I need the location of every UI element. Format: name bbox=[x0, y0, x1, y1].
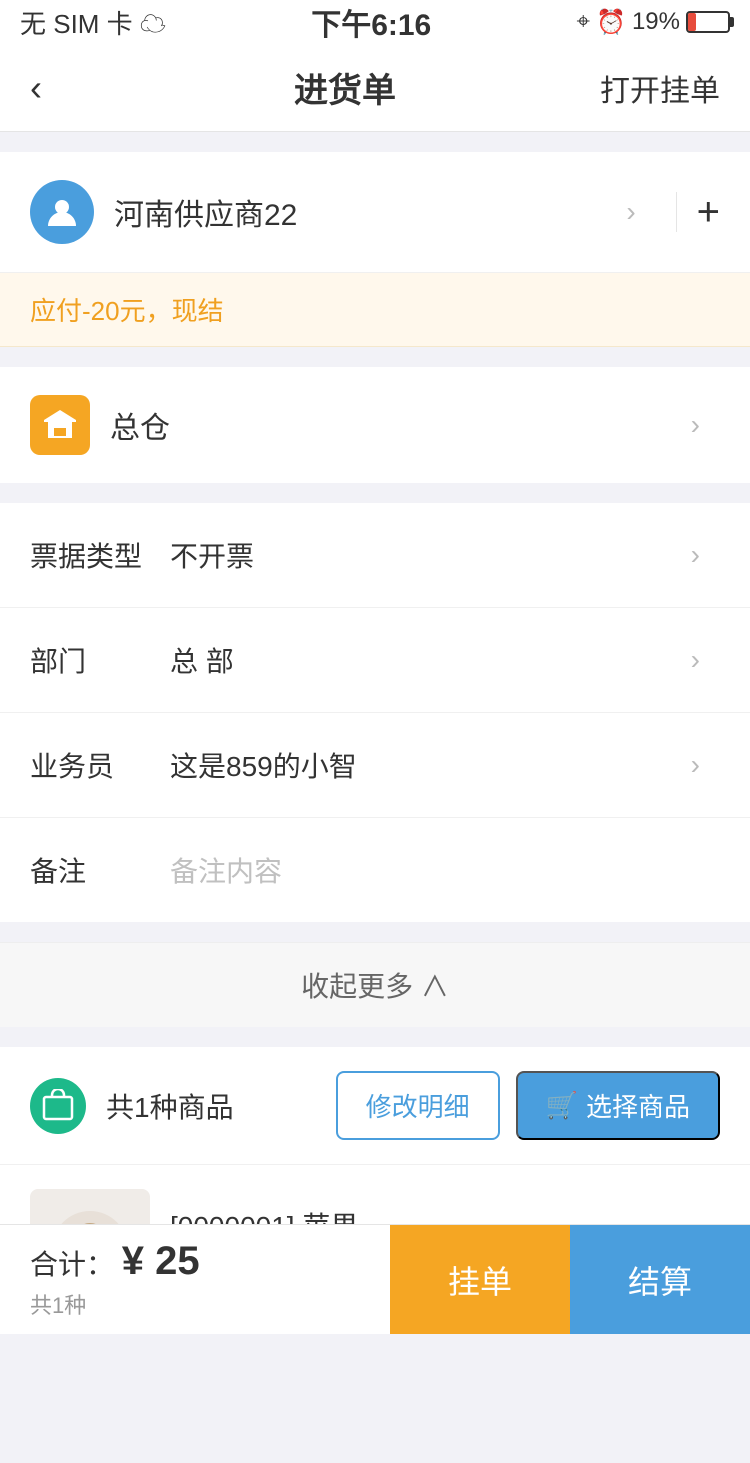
add-supplier-button[interactable]: + bbox=[697, 190, 720, 235]
total-row: 合计： ¥ 25 bbox=[30, 1239, 360, 1284]
divider bbox=[676, 192, 677, 232]
open-pending-button[interactable]: 打开挂单 bbox=[600, 66, 720, 110]
invoice-type-label: 票据类型 bbox=[30, 535, 170, 575]
total-amount: ¥ 25 bbox=[122, 1239, 200, 1283]
supplier-section: 河南供应商22 › + 应付-20元，现结 bbox=[0, 152, 750, 347]
warehouse-section[interactable]: 总仓 › bbox=[0, 367, 750, 483]
select-product-button[interactable]: 🛒 选择商品 bbox=[516, 1071, 720, 1140]
salesperson-label: 业务员 bbox=[30, 745, 170, 785]
total-section: 合计： ¥ 25 共1种 bbox=[0, 1225, 390, 1334]
status-right: ⌖ ⏰ 19% bbox=[577, 8, 730, 37]
salesperson-chevron-icon: › bbox=[691, 749, 700, 781]
department-chevron-icon: › bbox=[691, 644, 700, 676]
supplier-avatar bbox=[30, 180, 94, 244]
remarks-input[interactable]: 备注内容 bbox=[170, 850, 720, 890]
warehouse-name: 总仓 bbox=[110, 403, 691, 447]
supplier-chevron-icon: › bbox=[626, 196, 635, 228]
status-left: 无 SIM 卡 ☁ bbox=[20, 4, 166, 41]
products-header: 共1种商品 修改明细 🛒 选择商品 bbox=[0, 1047, 750, 1165]
page-title: 进货单 bbox=[294, 63, 396, 112]
total-sub: 共1种 bbox=[30, 1288, 360, 1320]
invoice-type-row[interactable]: 票据类型 不开票 › bbox=[0, 503, 750, 608]
status-bar: 无 SIM 卡 ☁ 下午6:16 ⌖ ⏰ 19% bbox=[0, 0, 750, 44]
products-count: 共1种商品 bbox=[106, 1086, 336, 1126]
signal-text: 无 SIM 卡 ☁ bbox=[20, 4, 166, 41]
supplier-row: 河南供应商22 › + bbox=[0, 152, 750, 273]
department-row[interactable]: 部门 总 部 › bbox=[0, 608, 750, 713]
products-icon bbox=[30, 1078, 86, 1134]
alarm-icon: ⏰ bbox=[596, 8, 626, 37]
status-time: 下午6:16 bbox=[311, 0, 431, 44]
salesperson-row[interactable]: 业务员 这是859的小智 › bbox=[0, 713, 750, 818]
salesperson-value: 这是859的小智 bbox=[170, 745, 691, 785]
department-value: 总 部 bbox=[170, 640, 691, 680]
checkout-button[interactable]: 结算 bbox=[570, 1225, 750, 1334]
back-button[interactable]: ‹ bbox=[30, 67, 90, 109]
department-label: 部门 bbox=[30, 640, 170, 680]
supplier-name[interactable]: 河南供应商22 bbox=[114, 190, 626, 234]
edit-details-button[interactable]: 修改明细 bbox=[336, 1071, 500, 1140]
warehouse-icon bbox=[30, 395, 90, 455]
remarks-label: 备注 bbox=[30, 850, 170, 890]
remarks-row[interactable]: 备注 备注内容 bbox=[0, 818, 750, 922]
collapse-bar[interactable]: 收起更多 ∧ bbox=[0, 942, 750, 1027]
form-section: 票据类型 不开票 › 部门 总 部 › 业务员 这是859的小智 › 备注 备注… bbox=[0, 503, 750, 922]
bottom-bar: 合计： ¥ 25 共1种 挂单 结算 bbox=[0, 1224, 750, 1334]
invoice-type-value: 不开票 bbox=[170, 535, 691, 575]
invoice-chevron-icon: › bbox=[691, 539, 700, 571]
cart-icon: 🛒 bbox=[546, 1090, 578, 1121]
nav-bar: ‹ 进货单 打开挂单 bbox=[0, 44, 750, 132]
battery-text: 19% bbox=[632, 8, 680, 36]
battery-icon bbox=[686, 11, 730, 33]
notice-bar: 应付-20元，现结 bbox=[0, 273, 750, 347]
warehouse-chevron-icon: › bbox=[691, 409, 700, 441]
total-label: 合计： bbox=[30, 1249, 114, 1280]
location-icon: ⌖ bbox=[577, 8, 591, 36]
pending-button[interactable]: 挂单 bbox=[390, 1225, 570, 1334]
